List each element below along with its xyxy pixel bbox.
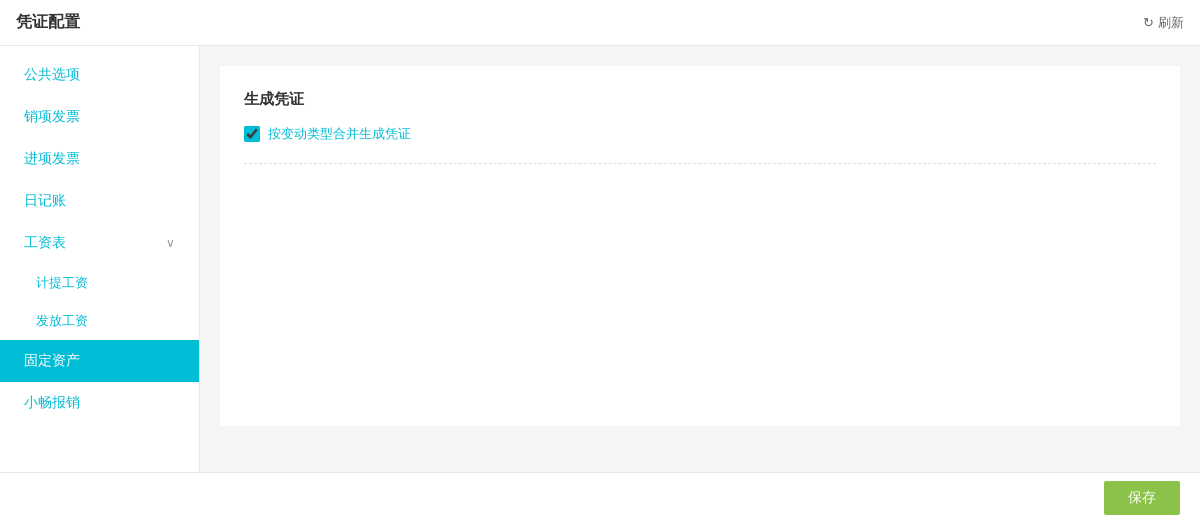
sidebar-item-label-purchase-invoice: 进项发票	[24, 150, 80, 168]
sidebar-item-label-fixed-assets: 固定资产	[24, 352, 80, 370]
sidebar-item-journal[interactable]: 日记账	[0, 180, 199, 222]
chevron-down-icon: ∨	[166, 236, 175, 250]
sidebar-item-fixed-assets[interactable]: 固定资产	[0, 340, 199, 382]
sidebar-sub-item-calculate-salary[interactable]: 计提工资	[0, 264, 199, 302]
refresh-icon: ↻	[1143, 15, 1154, 30]
sidebar-item-label-journal: 日记账	[24, 192, 66, 210]
sidebar-item-label-sales-invoice: 销项发票	[24, 108, 80, 126]
content-card: 生成凭证 按变动类型合并生成凭证	[220, 66, 1180, 426]
sidebar-item-purchase-invoice[interactable]: 进项发票	[0, 138, 199, 180]
refresh-button[interactable]: ↻ 刷新	[1143, 14, 1184, 32]
page-wrapper: 凭证配置 ↻ 刷新 公共选项销项发票进项发票日记账工资表 ∨ 计提工资发放工资固定资…	[0, 0, 1200, 522]
sidebar-item-public-options[interactable]: 公共选项	[0, 54, 199, 96]
sidebar-item-expense-claim[interactable]: 小畅报销	[0, 382, 199, 424]
sidebar-item-label-payroll-table: 工资表	[24, 234, 66, 252]
sidebar-item-payroll-table[interactable]: 工资表 ∨	[0, 222, 199, 264]
footer: 保存	[0, 472, 1200, 522]
save-button[interactable]: 保存	[1104, 481, 1180, 515]
page-title: 凭证配置	[16, 12, 80, 33]
sidebar: 公共选项销项发票进项发票日记账工资表 ∨ 计提工资发放工资固定资产小畅报销	[0, 46, 200, 472]
merge-checkbox-label[interactable]: 按变动类型合并生成凭证	[268, 125, 411, 143]
checkbox-row: 按变动类型合并生成凭证	[244, 125, 1156, 143]
sidebar-item-label-public-options: 公共选项	[24, 66, 80, 84]
sidebar-item-label-expense-claim: 小畅报销	[24, 394, 80, 412]
header: 凭证配置 ↻ 刷新	[0, 0, 1200, 46]
merge-checkbox[interactable]	[244, 126, 260, 142]
main-content: 生成凭证 按变动类型合并生成凭证	[200, 46, 1200, 472]
section-title: 生成凭证	[244, 90, 1156, 109]
refresh-label: 刷新	[1158, 14, 1184, 32]
body: 公共选项销项发票进项发票日记账工资表 ∨ 计提工资发放工资固定资产小畅报销 生成凭证…	[0, 46, 1200, 472]
sidebar-sub-item-pay-salary[interactable]: 发放工资	[0, 302, 199, 340]
section-divider	[244, 163, 1156, 164]
sidebar-item-sales-invoice[interactable]: 销项发票	[0, 96, 199, 138]
